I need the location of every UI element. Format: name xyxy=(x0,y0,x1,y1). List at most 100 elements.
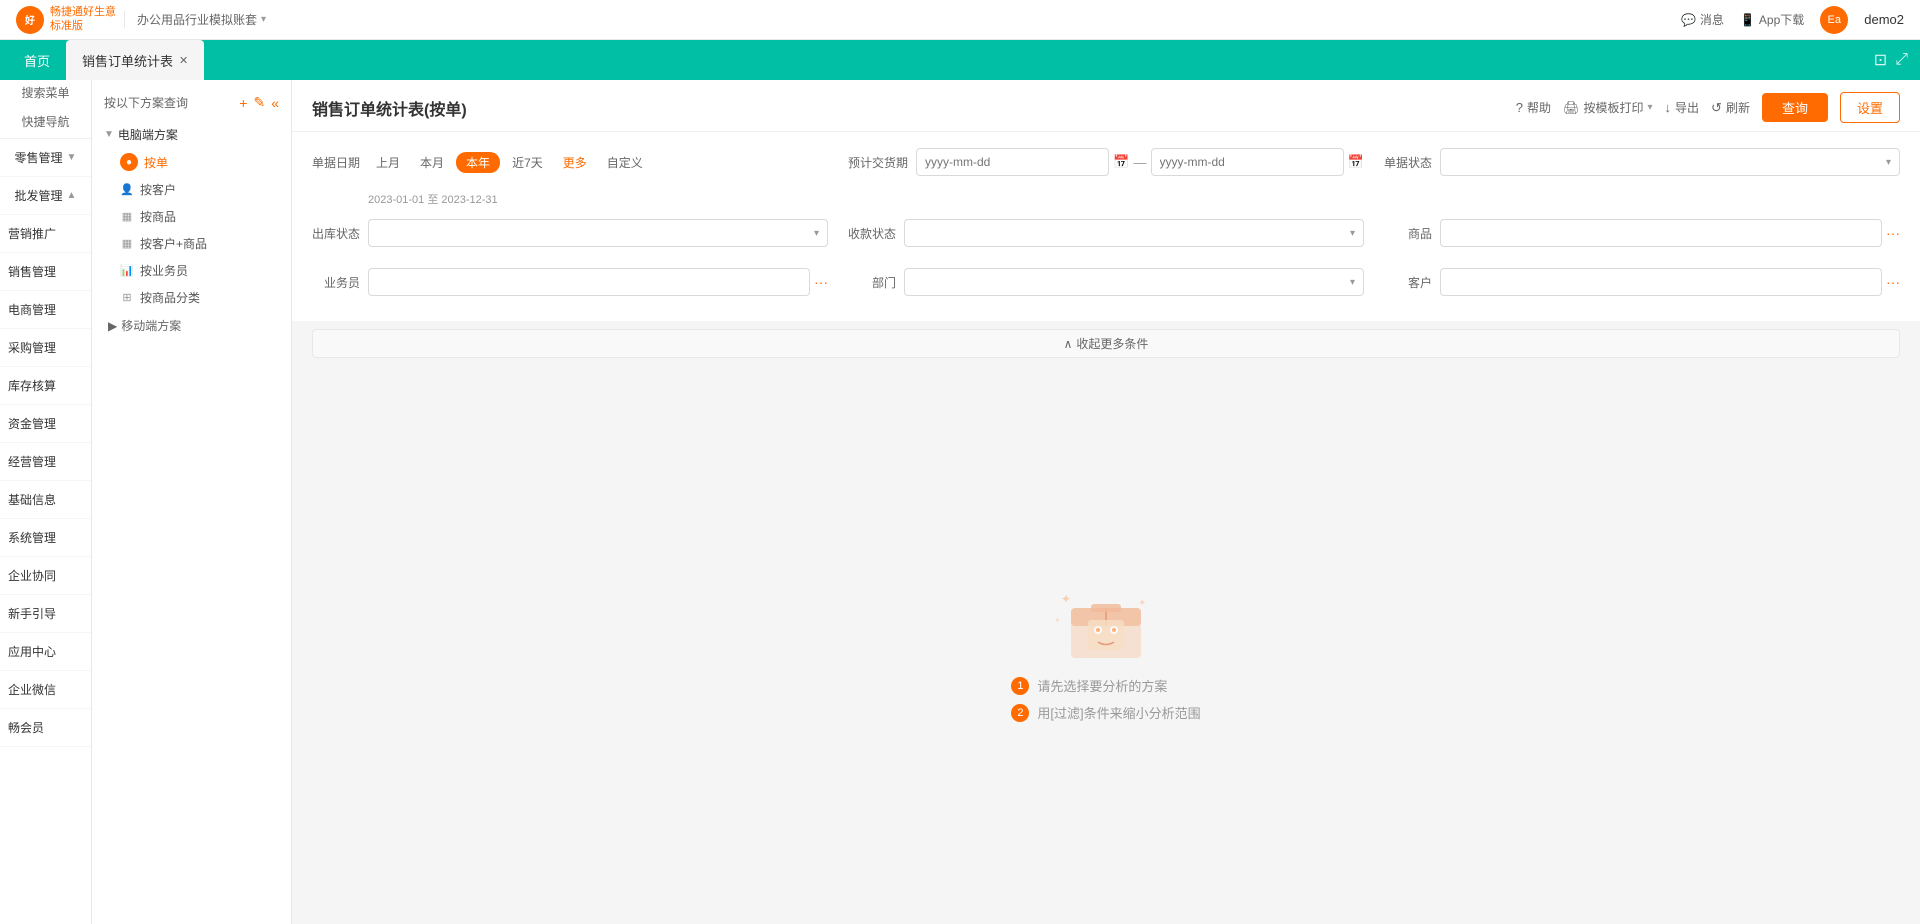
sidebar-item-basic[interactable]: 基础信息 xyxy=(0,481,91,519)
active-scheme-badge: ● xyxy=(120,153,138,171)
filter-row-1: 单据日期 上月 本月 本年 近7天 更多 自定义 预计交货期 xyxy=(312,142,1900,191)
export-button[interactable]: ↓ 导出 xyxy=(1665,99,1700,116)
close-icon[interactable]: ✕ xyxy=(179,54,188,67)
template-print-button[interactable]: 🖨 按模板打印 ▾ xyxy=(1563,99,1653,116)
product-filter: 商品 ··· xyxy=(1384,213,1900,254)
scheme-group-mobile: ▶ 移动端方案 xyxy=(92,313,291,338)
tab-bar: 首页 销售订单统计表 ✕ ⊡ ⤢ xyxy=(0,40,1920,80)
app-selector[interactable]: 办公用品行业模拟账套 ▾ xyxy=(124,11,266,28)
logo-text: 畅捷通好生意 标准版 xyxy=(50,6,116,32)
order-status-content: ▾ xyxy=(1440,148,1900,176)
refresh-button[interactable]: ↺ 刷新 xyxy=(1711,99,1750,116)
order-status-select[interactable]: ▾ xyxy=(1440,148,1900,176)
avatar[interactable]: Ea xyxy=(1820,6,1848,34)
print-icon: 🖨 xyxy=(1563,100,1580,116)
empty-tip-1: 1 请先选择要分析的方案 xyxy=(1011,676,1200,695)
settings-button[interactable]: 设置 xyxy=(1840,92,1900,123)
salesperson-filter: 业务员 ··· xyxy=(312,262,828,303)
product-content: ··· xyxy=(1440,219,1900,247)
scheme-item-by-customer-product[interactable]: ▦ 按客户+商品 xyxy=(92,230,291,257)
sidebar-item-retail[interactable]: 零售管理 ▼ xyxy=(0,139,91,177)
custom-date-btn[interactable]: 自定义 xyxy=(599,152,651,173)
salesperson-input[interactable] xyxy=(368,268,810,296)
message-button[interactable]: 💬 消息 xyxy=(1681,11,1724,28)
sidebar-item-marketing[interactable]: 营销推广 xyxy=(0,215,91,253)
sidebar-item-operations[interactable]: 经营管理 xyxy=(0,443,91,481)
sidebar-item-ecommerce[interactable]: 电商管理 xyxy=(0,291,91,329)
sidebar-item-inventory[interactable]: 库存核算 xyxy=(0,367,91,405)
collapse-scheme-button[interactable]: « xyxy=(271,95,279,111)
scheme-panel: 按以下方案查询 + ✎ « ▼ 电脑端方案 ● 按单 👤 xyxy=(92,80,292,924)
salesperson-label: 业务员 xyxy=(312,274,368,291)
chevron-down-icon: ▼ xyxy=(67,152,77,163)
svg-text:✦: ✦ xyxy=(1061,592,1071,606)
edit-scheme-button[interactable]: ✎ xyxy=(253,94,265,111)
shipment-status-select[interactable]: ▾ xyxy=(368,219,828,247)
sidebar-item-sales[interactable]: 销售管理 xyxy=(0,253,91,291)
app-download-button[interactable]: 📱 App下载 xyxy=(1740,11,1804,28)
user-name: demo2 xyxy=(1864,12,1904,27)
date-filter-content: 上月 本月 本年 近7天 更多 自定义 xyxy=(368,152,828,173)
shipment-status-label: 出库状态 xyxy=(312,225,368,242)
tab-sales-order[interactable]: 销售订单统计表 ✕ xyxy=(66,40,204,80)
calendar-icon: 📅 xyxy=(1113,154,1129,170)
tab-bar-right: ⊡ ⤢ xyxy=(1874,50,1920,70)
scheme-item-by-customer[interactable]: 👤 按客户 xyxy=(92,176,291,203)
department-label: 部门 xyxy=(848,274,904,291)
search-menu-button[interactable]: 搜索菜单 xyxy=(0,80,91,105)
scheme-item-by-salesperson[interactable]: 📊 按业务员 xyxy=(92,257,291,284)
sidebar-item-finance[interactable]: 资金管理 xyxy=(0,405,91,443)
scheme-group-pc-header[interactable]: ▼ 电脑端方案 xyxy=(92,121,291,148)
delivery-date-start-input[interactable] xyxy=(916,148,1109,176)
more-options-icon[interactable]: ··· xyxy=(814,274,828,290)
department-select[interactable]: ▾ xyxy=(904,268,1364,296)
minimize-icon[interactable]: ⊡ xyxy=(1874,50,1887,70)
scheme-group-mobile-header[interactable]: ▶ 移动端方案 xyxy=(92,313,291,338)
svg-text:✦: ✦ xyxy=(1138,598,1146,609)
scheme-item-by-category[interactable]: ⊞ 按商品分类 xyxy=(92,284,291,311)
more-options-icon[interactable]: ··· xyxy=(1886,225,1900,241)
top-bar: 好 畅捷通好生意 标准版 办公用品行业模拟账套 ▾ 💬 消息 📱 App下载 E… xyxy=(0,0,1920,40)
sidebar-item-app-center[interactable]: 应用中心 xyxy=(0,633,91,671)
customer-input[interactable] xyxy=(1440,268,1882,296)
more-dates-btn[interactable]: 更多 xyxy=(555,152,595,173)
payment-status-select[interactable]: ▾ xyxy=(904,219,1364,247)
scheme-panel-actions: + ✎ « xyxy=(239,94,279,111)
help-button[interactable]: ? 帮助 xyxy=(1516,99,1551,116)
this-month-btn[interactable]: 本月 xyxy=(412,152,452,173)
chevron-down-icon: ▾ xyxy=(1886,157,1891,168)
scheme-item-by-product[interactable]: ▦ 按商品 xyxy=(92,203,291,230)
sidebar-item-enterprise[interactable]: 企业协同 xyxy=(0,557,91,595)
sidebar-item-shortcut[interactable]: 快捷导航 xyxy=(0,105,91,139)
app-download-icon: 📱 xyxy=(1740,13,1755,27)
product-input[interactable] xyxy=(1440,219,1882,247)
department-content: ▾ xyxy=(904,268,1364,296)
chevron-down-icon: ▼ xyxy=(104,129,114,140)
scheme-item-by-order[interactable]: ● 按单 xyxy=(92,148,291,176)
sidebar-item-wechat[interactable]: 企业微信 xyxy=(0,671,91,709)
person-icon: 👤 xyxy=(120,183,134,197)
last-7-days-btn[interactable]: 近7天 xyxy=(504,152,551,173)
search-button[interactable]: 查询 xyxy=(1762,93,1828,122)
box-icon: ▦ xyxy=(120,210,134,224)
date-range-display: 2023-01-01 至 2023-12-31 xyxy=(312,191,1900,213)
more-options-icon[interactable]: ··· xyxy=(1886,274,1900,290)
sidebar-item-wholesale[interactable]: 批发管理 ▲ xyxy=(0,177,91,215)
last-month-btn[interactable]: 上月 xyxy=(368,152,408,173)
page-title: 销售订单统计表(按单) xyxy=(312,96,467,120)
date-filter-label: 单据日期 xyxy=(312,154,368,171)
tab-home[interactable]: 首页 xyxy=(8,40,66,80)
sidebar-item-guide[interactable]: 新手引导 xyxy=(0,595,91,633)
chevron-up-icon: ▲ xyxy=(67,190,77,201)
add-scheme-button[interactable]: + xyxy=(239,95,247,111)
sidebar-item-member[interactable]: 畅会员 xyxy=(0,709,91,747)
customer-label: 客户 xyxy=(1384,274,1440,291)
sidebar-item-purchase[interactable]: 采购管理 xyxy=(0,329,91,367)
maximize-icon[interactable]: ⤢ xyxy=(1895,51,1908,69)
sidebar-item-system[interactable]: 系统管理 xyxy=(0,519,91,557)
delivery-date-end-input[interactable] xyxy=(1151,148,1344,176)
collapse-more-conditions-button[interactable]: ∧ 收起更多条件 xyxy=(312,329,1900,358)
scheme-group-pc: ▼ 电脑端方案 ● 按单 👤 按客户 ▦ 按商品 ▦ 按客户+商品 xyxy=(92,121,291,311)
this-year-btn[interactable]: 本年 xyxy=(456,152,500,173)
calendar-icon: 📅 xyxy=(1348,154,1364,170)
